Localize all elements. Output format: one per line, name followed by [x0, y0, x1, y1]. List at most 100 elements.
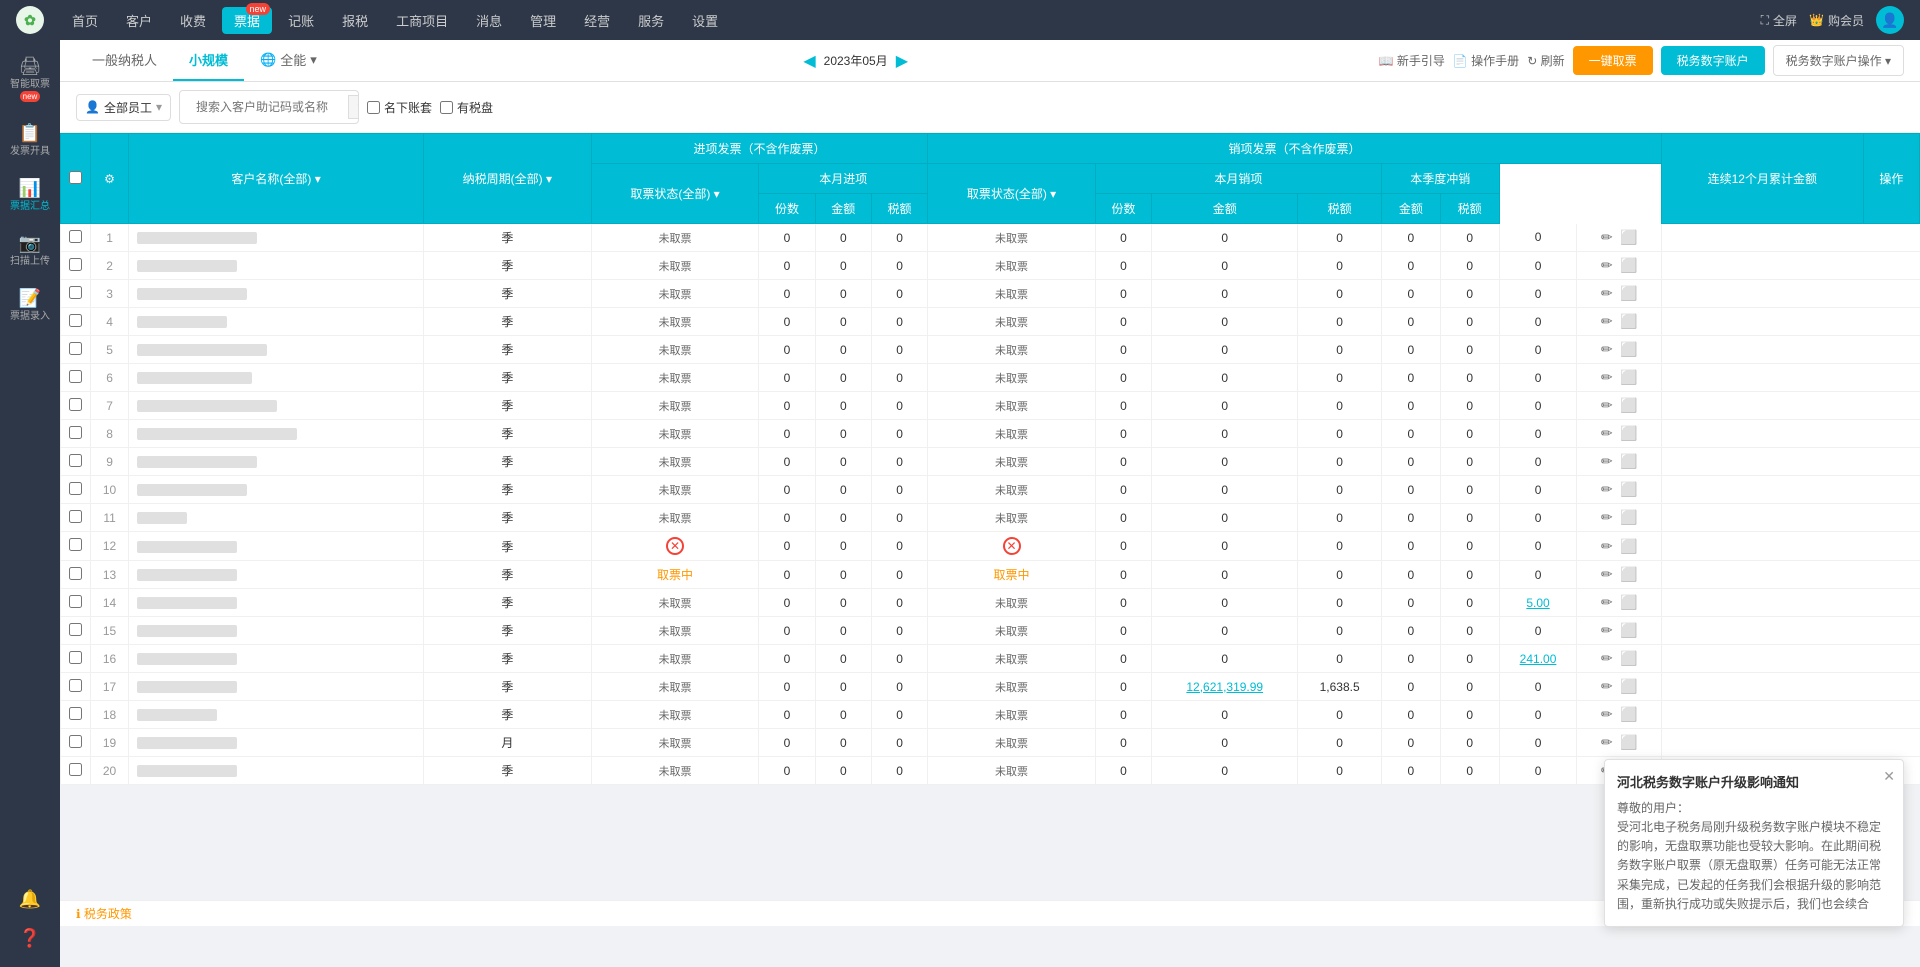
- row-checkbox[interactable]: [69, 314, 82, 327]
- row-checkbox-cell[interactable]: [61, 448, 91, 476]
- row-checkbox-cell[interactable]: [61, 364, 91, 392]
- one-click-button[interactable]: 一键取票: [1573, 46, 1653, 75]
- edit-button[interactable]: ✏: [1601, 425, 1613, 441]
- th-checkbox[interactable]: [61, 134, 91, 224]
- copy-button[interactable]: ⬜: [1620, 229, 1637, 245]
- th-in-fetch-status[interactable]: 取票状态(全部) ▾: [591, 164, 759, 224]
- copy-button[interactable]: ⬜: [1620, 678, 1637, 694]
- select-all-checkbox[interactable]: [69, 171, 82, 184]
- search-input[interactable]: [188, 96, 348, 118]
- sidebar-item-scan[interactable]: 📷 扫描上传: [2, 225, 58, 276]
- row-checkbox[interactable]: [69, 679, 82, 692]
- nav-business[interactable]: 工商项目: [384, 7, 460, 34]
- row-checkbox[interactable]: [69, 482, 82, 495]
- row-checkbox-cell[interactable]: [61, 308, 91, 336]
- edit-button[interactable]: ✏: [1601, 481, 1613, 497]
- sidebar-help-button[interactable]: ❓: [2, 920, 58, 959]
- copy-button[interactable]: ⬜: [1620, 397, 1637, 413]
- copy-button[interactable]: ⬜: [1620, 538, 1637, 554]
- edit-button[interactable]: ✏: [1601, 734, 1613, 750]
- nav-home[interactable]: 首页: [60, 7, 110, 34]
- sidebar-item-issue[interactable]: 📋 发票开具: [2, 115, 58, 166]
- row-checkbox-cell[interactable]: [61, 757, 91, 785]
- nav-settings[interactable]: 设置: [680, 7, 730, 34]
- sidebar-notification-button[interactable]: 🔔: [2, 881, 58, 920]
- row-checkbox-cell[interactable]: [61, 673, 91, 701]
- row-checkbox[interactable]: [69, 623, 82, 636]
- nav-operation[interactable]: 经营: [572, 7, 622, 34]
- nav-client[interactable]: 客户: [114, 7, 164, 34]
- edit-button[interactable]: ✏: [1601, 453, 1613, 469]
- row-checkbox[interactable]: [69, 707, 82, 720]
- nav-fee[interactable]: 收费: [168, 7, 218, 34]
- th-settings[interactable]: ⚙: [91, 134, 129, 224]
- manual-button[interactable]: 📄 操作手册: [1453, 52, 1519, 69]
- row-checkbox[interactable]: [69, 763, 82, 776]
- row-checkbox-cell[interactable]: [61, 617, 91, 645]
- row-checkbox[interactable]: [69, 735, 82, 748]
- row-checkbox-cell[interactable]: [61, 336, 91, 364]
- edit-button[interactable]: ✏: [1601, 285, 1613, 301]
- copy-button[interactable]: ⬜: [1620, 594, 1637, 610]
- row-checkbox[interactable]: [69, 538, 82, 551]
- row-checkbox-cell[interactable]: [61, 561, 91, 589]
- row-checkbox-cell[interactable]: [61, 420, 91, 448]
- row-checkbox[interactable]: [69, 426, 82, 439]
- edit-button[interactable]: ✏: [1601, 566, 1613, 582]
- row-checkbox[interactable]: [69, 595, 82, 608]
- copy-button[interactable]: ⬜: [1620, 706, 1637, 722]
- row-checkbox[interactable]: [69, 398, 82, 411]
- sidebar-item-smart-ticket[interactable]: 🖨 智能取票 new: [2, 48, 58, 111]
- sidebar-item-entry[interactable]: 📝 票据录入: [2, 280, 58, 331]
- row-checkbox[interactable]: [69, 567, 82, 580]
- edit-button[interactable]: ✏: [1601, 650, 1613, 666]
- row-checkbox-cell[interactable]: [61, 645, 91, 673]
- edit-button[interactable]: ✏: [1601, 622, 1613, 638]
- row-checkbox-cell[interactable]: [61, 280, 91, 308]
- nav-bookkeep[interactable]: 记账: [276, 7, 326, 34]
- tab-all[interactable]: 🌐 全能 ▾: [244, 40, 333, 81]
- row-checkbox[interactable]: [69, 286, 82, 299]
- nav-manage[interactable]: 管理: [518, 7, 568, 34]
- has-tax-filter[interactable]: 有税盘: [440, 99, 493, 116]
- my-account-filter[interactable]: 名下账套: [367, 99, 432, 116]
- copy-button[interactable]: ⬜: [1620, 622, 1637, 638]
- row-checkbox[interactable]: [69, 342, 82, 355]
- row-checkbox-cell[interactable]: [61, 252, 91, 280]
- copy-button[interactable]: ⬜: [1620, 453, 1637, 469]
- nav-tax[interactable]: 报税: [330, 7, 380, 34]
- copy-button[interactable]: ⬜: [1620, 369, 1637, 385]
- row-checkbox-cell[interactable]: [61, 224, 91, 252]
- copy-button[interactable]: ⬜: [1620, 341, 1637, 357]
- row-checkbox-cell[interactable]: [61, 532, 91, 561]
- row-checkbox[interactable]: [69, 510, 82, 523]
- nav-ticket[interactable]: 票据 new: [222, 7, 272, 34]
- digital-account-button[interactable]: 税务数字账户: [1661, 46, 1765, 75]
- copy-button[interactable]: ⬜: [1620, 566, 1637, 582]
- nav-service[interactable]: 服务: [626, 7, 676, 34]
- copy-button[interactable]: ⬜: [1620, 734, 1637, 750]
- edit-button[interactable]: ✏: [1601, 509, 1613, 525]
- copy-button[interactable]: ⬜: [1620, 257, 1637, 273]
- tab-small[interactable]: 小规模: [173, 40, 244, 81]
- copy-button[interactable]: ⬜: [1620, 509, 1637, 525]
- edit-button[interactable]: ✏: [1601, 313, 1613, 329]
- copy-button[interactable]: ⬜: [1620, 425, 1637, 441]
- row-checkbox[interactable]: [69, 230, 82, 243]
- row-checkbox-cell[interactable]: [61, 589, 91, 617]
- edit-button[interactable]: ✏: [1601, 341, 1613, 357]
- search-button[interactable]: 🔍: [348, 95, 359, 119]
- th-out-fetch-status[interactable]: 取票状态(全部) ▾: [928, 164, 1096, 224]
- copy-button[interactable]: ⬜: [1620, 313, 1637, 329]
- copy-button[interactable]: ⬜: [1620, 285, 1637, 301]
- refresh-button[interactable]: ↻ 刷新: [1527, 52, 1564, 69]
- row-checkbox-cell[interactable]: [61, 504, 91, 532]
- edit-button[interactable]: ✏: [1601, 397, 1613, 413]
- row-checkbox-cell[interactable]: [61, 729, 91, 757]
- row-checkbox-cell[interactable]: [61, 392, 91, 420]
- edit-button[interactable]: ✏: [1601, 594, 1613, 610]
- row-checkbox-cell[interactable]: [61, 701, 91, 729]
- row-checkbox[interactable]: [69, 370, 82, 383]
- my-account-checkbox[interactable]: [367, 101, 380, 114]
- row-checkbox[interactable]: [69, 258, 82, 271]
